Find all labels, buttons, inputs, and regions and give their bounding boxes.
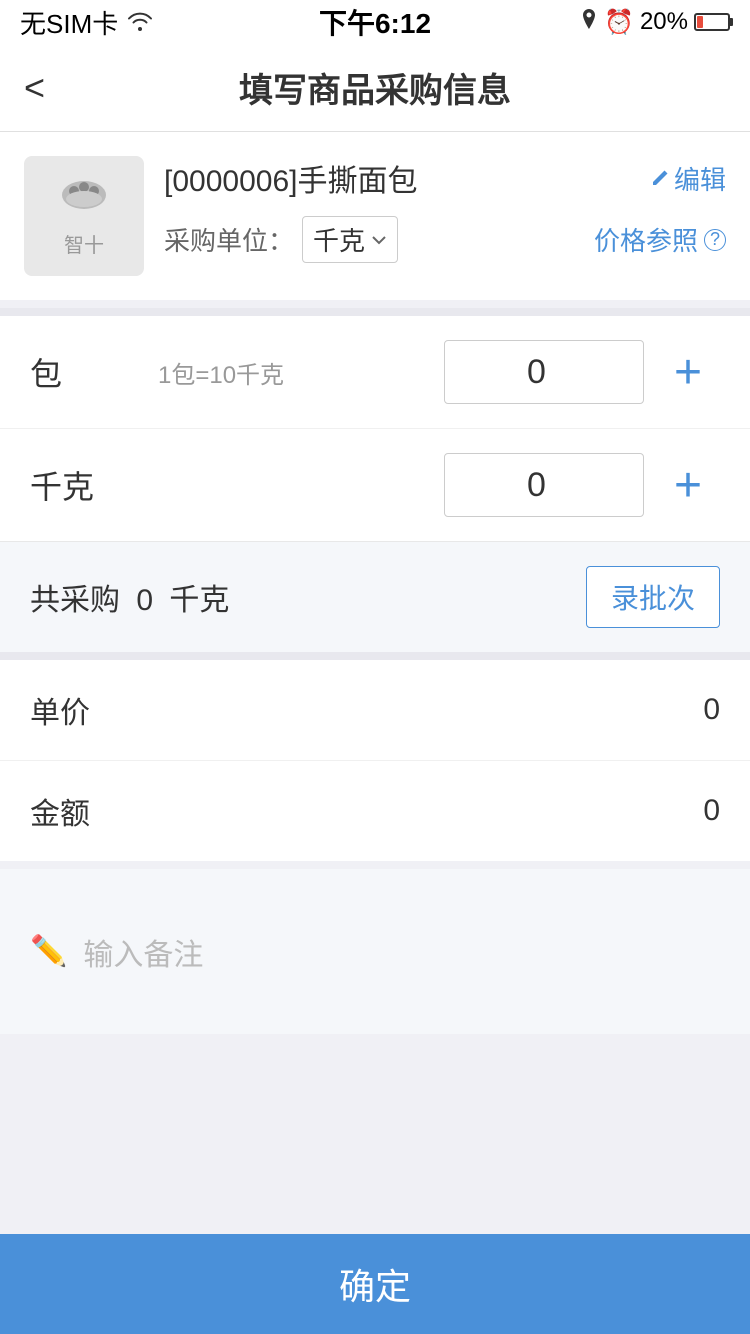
total-row: 共采购 0 千克 录批次	[0, 542, 750, 660]
quantity-sublabel-bao: 1包=10千克	[158, 355, 284, 390]
price-section: 单价 0 金额 0	[0, 660, 750, 869]
quantity-input-kg[interactable]	[444, 453, 644, 517]
product-image: 智十	[24, 156, 144, 276]
quantity-plus-bao[interactable]: +	[656, 340, 720, 404]
note-section[interactable]: ✏️ 输入备注	[0, 869, 750, 1034]
quantity-label-kg: 千克	[30, 462, 150, 508]
quantity-row-kg: 千克 +	[0, 429, 750, 541]
price-ref-help-icon: ?	[704, 229, 726, 251]
separator-1	[0, 308, 750, 316]
status-bar-time: 下午6:12	[319, 2, 431, 42]
quantity-section: 包 1包=10千克 + 千克 +	[0, 316, 750, 542]
content-spacer	[0, 1034, 750, 1234]
status-bar: 无SIM卡 下午6:12 ⏰ 20%	[0, 0, 750, 44]
quantity-input-bao[interactable]	[444, 340, 644, 404]
edit-button[interactable]: 编辑	[650, 160, 726, 197]
alarm-icon: ⏰	[604, 8, 634, 37]
amount-row: 金额 0	[0, 761, 750, 861]
total-value: 0	[136, 584, 153, 617]
status-bar-right: ⏰ 20%	[580, 8, 730, 37]
unit-select[interactable]: 千克	[302, 216, 398, 263]
amount-label: 金额	[30, 789, 90, 833]
batch-button[interactable]: 录批次	[586, 566, 720, 628]
carrier-text: 无SIM卡	[20, 4, 118, 41]
back-button[interactable]: <	[24, 67, 45, 109]
wifi-icon	[126, 7, 154, 38]
location-icon	[580, 8, 598, 36]
quantity-label-bao: 包	[30, 349, 150, 395]
product-card: 智十 [0000006]手撕面包 编辑 采购单位： 千克 价格参照 ?	[0, 132, 750, 308]
quantity-plus-kg[interactable]: +	[656, 453, 720, 517]
unit-price-value: 0	[703, 693, 720, 727]
unit-label: 采购单位：	[164, 221, 294, 258]
note-placeholder: 输入备注	[83, 930, 203, 974]
quantity-row-bao: 包 1包=10千克 +	[0, 316, 750, 429]
confirm-button[interactable]: 确定	[0, 1234, 750, 1334]
total-text: 共采购 0 千克	[30, 575, 229, 619]
product-brand: 智十	[64, 229, 104, 258]
page-title: 填写商品采购信息	[239, 63, 511, 112]
amount-value: 0	[703, 794, 720, 828]
price-ref-button[interactable]: 价格参照 ?	[594, 221, 726, 258]
product-name: [0000006]手撕面包	[164, 156, 417, 200]
product-info: [0000006]手撕面包 编辑 采购单位： 千克 价格参照 ?	[164, 156, 726, 263]
unit-price-label: 单价	[30, 688, 90, 732]
nav-bar: < 填写商品采购信息	[0, 44, 750, 132]
battery-icon	[694, 13, 730, 31]
battery-percent: 20%	[640, 8, 688, 36]
pencil-icon: ✏️	[30, 934, 67, 969]
unit-price-row: 单价 0	[0, 660, 750, 761]
status-bar-left: 无SIM卡	[20, 4, 154, 41]
